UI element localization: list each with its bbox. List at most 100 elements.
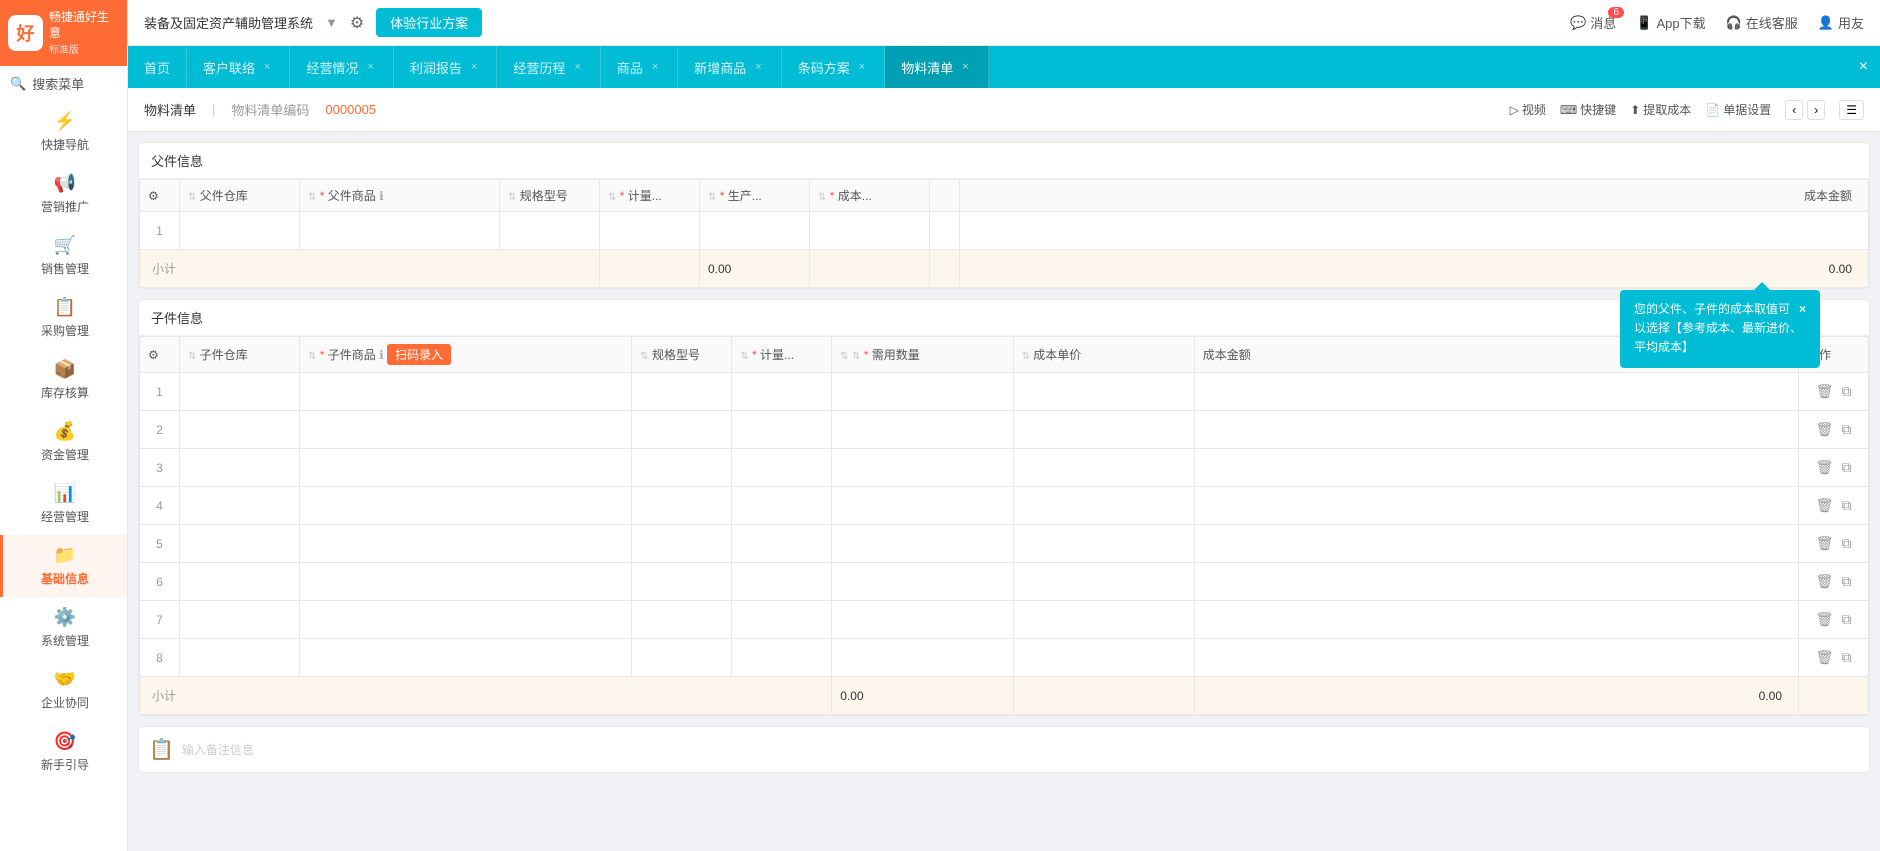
child-cell-spec-7[interactable]	[632, 601, 732, 639]
prev-button[interactable]: ‹	[1785, 100, 1803, 120]
sidebar-item-purchase[interactable]: 📋 采购管理	[0, 287, 127, 349]
tab-goods[interactable]: 商品 ×	[601, 46, 678, 88]
online-service-button[interactable]: 🎧 在线客服	[1726, 13, 1798, 32]
child-cell-unit-cost-6[interactable]	[1013, 563, 1194, 601]
child-cell-spec-4[interactable]	[632, 487, 732, 525]
child-cell-unit-cost-3[interactable]	[1013, 449, 1194, 487]
sidebar-item-finance[interactable]: 💰 资金管理	[0, 411, 127, 473]
delete-icon-6[interactable]: 🗑	[1816, 573, 1834, 590]
sidebar-item-quick-nav[interactable]: ⚡ 快捷导航	[0, 101, 127, 163]
sidebar-item-guide[interactable]: 🎯 新手引导	[0, 721, 127, 783]
child-th-warehouse[interactable]: ⇅ 子件仓库	[180, 337, 300, 373]
child-cell-qty-6[interactable]	[732, 563, 832, 601]
tab-new-goods-close[interactable]: ×	[752, 59, 764, 75]
child-th-unit-cost[interactable]: ⇅ 成本单价	[1013, 337, 1194, 373]
parent-th-settings[interactable]: ⚙	[140, 180, 180, 212]
child-cell-product-7[interactable]	[300, 601, 632, 639]
tab-history-close[interactable]: ×	[571, 59, 583, 75]
child-cell-product-1[interactable]	[300, 373, 632, 411]
child-cell-unit-cost-5[interactable]	[1013, 525, 1194, 563]
child-cell-unit-cost-2[interactable]	[1013, 411, 1194, 449]
parent-th-product[interactable]: ⇅ * 父件商品 ℹ	[300, 180, 500, 212]
delete-icon-1[interactable]: 🗑	[1816, 383, 1834, 400]
next-button[interactable]: ›	[1807, 100, 1825, 120]
sidebar-item-marketing[interactable]: 📢 营销推广	[0, 163, 127, 225]
child-cell-need-qty-4[interactable]	[832, 487, 1013, 525]
app-download-button[interactable]: 📱 App下载	[1636, 13, 1705, 32]
delete-icon-3[interactable]: 🗑	[1816, 459, 1834, 476]
tab-history[interactable]: 经营历程 ×	[497, 46, 600, 88]
parent-cell-prod-1[interactable]	[700, 212, 810, 250]
child-cell-warehouse-7[interactable]	[180, 601, 300, 639]
close-all-tabs[interactable]: ×	[1847, 58, 1880, 76]
tab-bom-close[interactable]: ×	[959, 59, 971, 75]
parent-cell-spec-1[interactable]	[500, 212, 600, 250]
parent-cell-warehouse-1[interactable]	[180, 212, 300, 250]
child-cell-product-2[interactable]	[300, 411, 632, 449]
child-cell-qty-5[interactable]	[732, 525, 832, 563]
settings-button[interactable]: ⚙	[350, 13, 364, 33]
shortcut-action[interactable]: ⌨ 快捷键	[1560, 101, 1616, 118]
child-th-spec[interactable]: ⇅ 规格型号	[632, 337, 732, 373]
tab-barcode-close[interactable]: ×	[856, 59, 868, 75]
sidebar-item-system[interactable]: ⚙️ 系统管理	[0, 597, 127, 659]
sidebar-item-business[interactable]: 📊 经营管理	[0, 473, 127, 535]
child-cell-qty-8[interactable]	[732, 639, 832, 677]
child-cell-warehouse-1[interactable]	[180, 373, 300, 411]
copy-icon-2[interactable]: ⧉	[1841, 421, 1851, 438]
child-cell-unit-cost-8[interactable]	[1013, 639, 1194, 677]
child-cell-qty-7[interactable]	[732, 601, 832, 639]
copy-icon-8[interactable]: ⧉	[1841, 649, 1851, 666]
delete-icon-2[interactable]: 🗑	[1816, 421, 1834, 438]
child-cell-warehouse-2[interactable]	[180, 411, 300, 449]
child-cell-spec-5[interactable]	[632, 525, 732, 563]
child-cell-qty-3[interactable]	[732, 449, 832, 487]
sidebar-item-sales[interactable]: 🛒 销售管理	[0, 225, 127, 287]
tab-bom[interactable]: 物料清单 ×	[885, 46, 988, 88]
child-th-product[interactable]: ⇅ * 子件商品 ℹ 扫码录入	[300, 337, 632, 373]
message-button[interactable]: 💬 消息 6	[1570, 13, 1616, 32]
copy-icon-3[interactable]: ⧉	[1841, 459, 1851, 476]
parent-cell-cost-1[interactable]	[810, 212, 930, 250]
scan-input-button[interactable]: 扫码录入	[387, 344, 451, 365]
sidebar-item-basic-info[interactable]: 📁 基础信息	[0, 535, 127, 597]
delete-icon-7[interactable]: 🗑	[1816, 611, 1834, 628]
tab-customer[interactable]: 客户联络 ×	[187, 46, 290, 88]
child-cell-spec-1[interactable]	[632, 373, 732, 411]
child-cell-need-qty-6[interactable]	[832, 563, 1013, 601]
child-cell-spec-6[interactable]	[632, 563, 732, 601]
delete-icon-4[interactable]: 🗑	[1816, 497, 1834, 514]
child-cell-warehouse-4[interactable]	[180, 487, 300, 525]
tab-profit[interactable]: 利润报告 ×	[394, 46, 497, 88]
dropdown-arrow[interactable]: ▼	[325, 15, 338, 30]
child-th-need-qty[interactable]: ⇅ ⇅ * 需用数量	[832, 337, 1013, 373]
parent-th-cost[interactable]: ⇅ * 成本...	[810, 180, 930, 212]
child-cell-unit-cost-4[interactable]	[1013, 487, 1194, 525]
parent-th-warehouse[interactable]: ⇅ 父件仓库	[180, 180, 300, 212]
child-cell-need-qty-3[interactable]	[832, 449, 1013, 487]
tab-barcode[interactable]: 条码方案 ×	[782, 46, 885, 88]
parent-th-spec[interactable]: ⇅ 规格型号	[500, 180, 600, 212]
sidebar-logo[interactable]: 好 畅捷通好生意 标准版	[0, 0, 127, 66]
child-cell-spec-2[interactable]	[632, 411, 732, 449]
user-button[interactable]: 👤 用友	[1818, 13, 1864, 32]
single-settings-action[interactable]: 📄 单据设置	[1705, 101, 1771, 118]
child-cell-qty-2[interactable]	[732, 411, 832, 449]
copy-icon-1[interactable]: ⧉	[1841, 383, 1851, 400]
extract-cost-action[interactable]: ⬆ 提取成本	[1630, 101, 1691, 118]
child-th-qty[interactable]: ⇅ * 计量...	[732, 337, 832, 373]
delete-icon-8[interactable]: 🗑	[1816, 649, 1834, 666]
tab-home[interactable]: 首页	[128, 46, 187, 88]
child-cell-warehouse-5[interactable]	[180, 525, 300, 563]
parent-th-qty[interactable]: ⇅ * 计量...	[600, 180, 700, 212]
child-cell-warehouse-3[interactable]	[180, 449, 300, 487]
child-cell-need-qty-5[interactable]	[832, 525, 1013, 563]
child-cell-product-8[interactable]	[300, 639, 632, 677]
copy-icon-5[interactable]: ⧉	[1841, 535, 1851, 552]
list-view-button[interactable]: ☰	[1839, 100, 1864, 120]
tab-customer-close[interactable]: ×	[261, 59, 273, 75]
tooltip-close-button[interactable]: ×	[1799, 300, 1806, 319]
child-cell-unit-cost-7[interactable]	[1013, 601, 1194, 639]
tab-new-goods[interactable]: 新增商品 ×	[678, 46, 781, 88]
child-cell-product-4[interactable]	[300, 487, 632, 525]
